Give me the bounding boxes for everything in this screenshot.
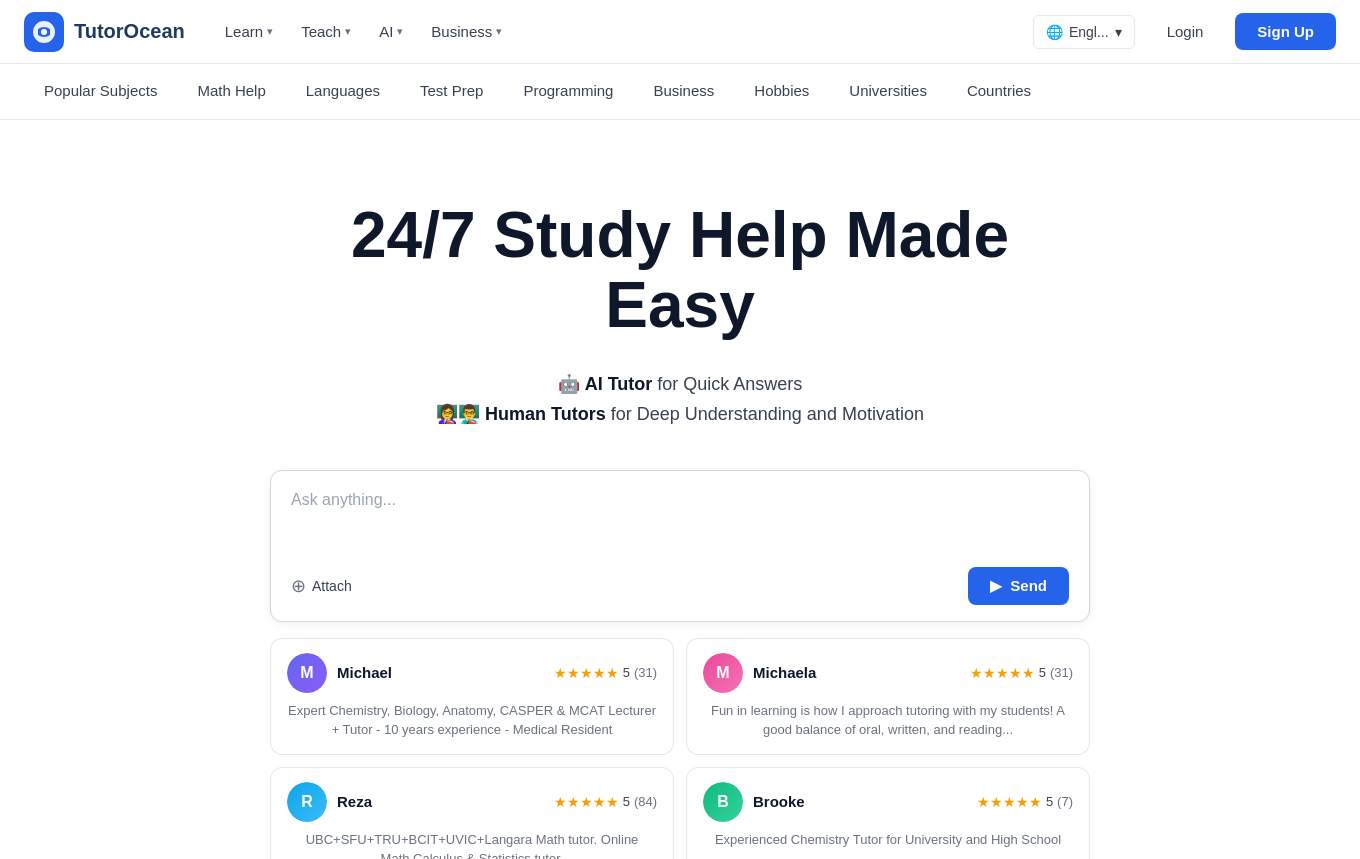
subnav: Popular Subjects Math Help Languages Tes… — [0, 64, 1360, 120]
logo[interactable]: TutorOcean — [24, 12, 185, 52]
subnav-item-popular[interactable]: Popular Subjects — [24, 64, 177, 119]
nav-item-business[interactable]: Business ▾ — [419, 15, 514, 48]
avatar: R — [287, 782, 327, 822]
tutor-description: Experienced Chemistry Tutor for Universi… — [703, 830, 1073, 850]
rating-value: 5 — [623, 794, 630, 809]
subnav-item-countries[interactable]: Countries — [947, 64, 1051, 119]
hero-title: 24/7 Study Help Made Easy — [330, 200, 1030, 341]
subnav-item-programming[interactable]: Programming — [503, 64, 633, 119]
avatar: M — [703, 653, 743, 693]
tutor-card-brooke[interactable]: B Brooke ★★★★★ 5 (7) Experienced Chemist… — [686, 767, 1090, 859]
subnav-item-testprep[interactable]: Test Prep — [400, 64, 503, 119]
tutor-info: M Michael — [287, 653, 392, 693]
star-icons: ★★★★★ — [970, 665, 1035, 681]
logo-text: TutorOcean — [74, 20, 185, 43]
ai-tutor-label: AI Tutor — [585, 374, 653, 394]
hero-subtitle: 🤖 AI Tutor for Quick Answers 👩‍🏫👨‍🏫 Huma… — [436, 369, 924, 430]
attach-icon: ⊕ — [291, 575, 306, 597]
nav-item-learn[interactable]: Learn ▾ — [213, 15, 285, 48]
avatar-letter: B — [703, 782, 743, 822]
tutor-name: Michaela — [753, 664, 816, 681]
chevron-down-icon: ▾ — [1115, 24, 1122, 40]
tutor-card-header: R Reza ★★★★★ 5 (84) — [287, 782, 657, 822]
language-selector[interactable]: 🌐 Engl... ▾ — [1033, 15, 1135, 49]
login-button[interactable]: Login — [1147, 15, 1224, 48]
send-button[interactable]: ▶ Send — [968, 567, 1069, 605]
tutor-grid: M Michael ★★★★★ 5 (31) Expert Chemistry,… — [270, 638, 1090, 859]
search-input[interactable] — [291, 491, 1069, 551]
tutor-description: Fun in learning is how I approach tutori… — [703, 701, 1073, 740]
rating-count: (7) — [1057, 794, 1073, 809]
chevron-down-icon: ▾ — [496, 25, 502, 38]
navbar-right: 🌐 Engl... ▾ Login Sign Up — [1033, 13, 1336, 50]
chevron-down-icon: ▾ — [267, 25, 273, 38]
star-icons: ★★★★★ — [977, 794, 1042, 810]
chevron-down-icon: ▾ — [345, 25, 351, 38]
navbar: TutorOcean Learn ▾ Teach ▾ AI ▾ Business… — [0, 0, 1360, 64]
tutor-description: Expert Chemistry, Biology, Anatomy, CASP… — [287, 701, 657, 740]
chevron-down-icon: ▾ — [397, 25, 403, 38]
subnav-item-hobbies[interactable]: Hobbies — [734, 64, 829, 119]
tutor-card-header: M Michael ★★★★★ 5 (31) — [287, 653, 657, 693]
tutor-name: Reza — [337, 793, 372, 810]
svg-point-1 — [41, 29, 47, 35]
avatar-letter: M — [703, 653, 743, 693]
avatar-letter: M — [287, 653, 327, 693]
avatar-letter: R — [287, 782, 327, 822]
subnav-item-universities[interactable]: Universities — [829, 64, 947, 119]
attach-button[interactable]: ⊕ Attach — [291, 571, 352, 601]
search-box: ⊕ Attach ▶ Send — [270, 470, 1090, 622]
search-footer: ⊕ Attach ▶ Send — [291, 567, 1069, 605]
star-icons: ★★★★★ — [554, 665, 619, 681]
rating-count: (31) — [634, 665, 657, 680]
send-icon: ▶ — [990, 577, 1002, 595]
tutor-info: B Brooke — [703, 782, 805, 822]
subnav-item-languages[interactable]: Languages — [286, 64, 400, 119]
nav-item-teach[interactable]: Teach ▾ — [289, 15, 363, 48]
tutor-card-michaela[interactable]: M Michaela ★★★★★ 5 (31) Fun in learning … — [686, 638, 1090, 755]
rating-value: 5 — [1046, 794, 1053, 809]
ai-tutor-line: 🤖 AI Tutor for Quick Answers — [436, 369, 924, 400]
human-tutor-label: Human Tutors — [485, 404, 606, 424]
rating-value: 5 — [1039, 665, 1046, 680]
tutor-name: Brooke — [753, 793, 805, 810]
tutor-card-reza[interactable]: R Reza ★★★★★ 5 (84) UBC+SFU+TRU+BCIT+UVI… — [270, 767, 674, 859]
human-tutor-line: 👩‍🏫👨‍🏫 Human Tutors for Deep Understandi… — [436, 399, 924, 430]
tutor-info: R Reza — [287, 782, 372, 822]
rating-count: (84) — [634, 794, 657, 809]
tutor-card-michael[interactable]: M Michael ★★★★★ 5 (31) Expert Chemistry,… — [270, 638, 674, 755]
tutor-rating: ★★★★★ 5 (84) — [554, 794, 657, 810]
human-suffix: for Deep Understanding and Motivation — [606, 404, 924, 424]
navbar-left: TutorOcean Learn ▾ Teach ▾ AI ▾ Business… — [24, 12, 514, 52]
logo-icon — [24, 12, 64, 52]
avatar: M — [287, 653, 327, 693]
tutor-name: Michael — [337, 664, 392, 681]
ai-suffix: for Quick Answers — [652, 374, 802, 394]
tutor-rating: ★★★★★ 5 (7) — [977, 794, 1073, 810]
tutor-description: UBC+SFU+TRU+BCIT+UVIC+Langara Math tutor… — [287, 830, 657, 859]
tutor-rating: ★★★★★ 5 (31) — [970, 665, 1073, 681]
signup-button[interactable]: Sign Up — [1235, 13, 1336, 50]
tutor-info: M Michaela — [703, 653, 816, 693]
avatar: B — [703, 782, 743, 822]
subnav-item-math[interactable]: Math Help — [177, 64, 285, 119]
rating-count: (31) — [1050, 665, 1073, 680]
star-icons: ★★★★★ — [554, 794, 619, 810]
nav-items: Learn ▾ Teach ▾ AI ▾ Business ▾ — [213, 15, 514, 48]
hero-section: 24/7 Study Help Made Easy 🤖 AI Tutor for… — [0, 120, 1360, 859]
globe-icon: 🌐 — [1046, 24, 1063, 40]
subnav-item-business[interactable]: Business — [633, 64, 734, 119]
nav-item-ai[interactable]: AI ▾ — [367, 15, 415, 48]
rating-value: 5 — [623, 665, 630, 680]
tutor-rating: ★★★★★ 5 (31) — [554, 665, 657, 681]
tutor-card-header: B Brooke ★★★★★ 5 (7) — [703, 782, 1073, 822]
tutor-card-header: M Michaela ★★★★★ 5 (31) — [703, 653, 1073, 693]
